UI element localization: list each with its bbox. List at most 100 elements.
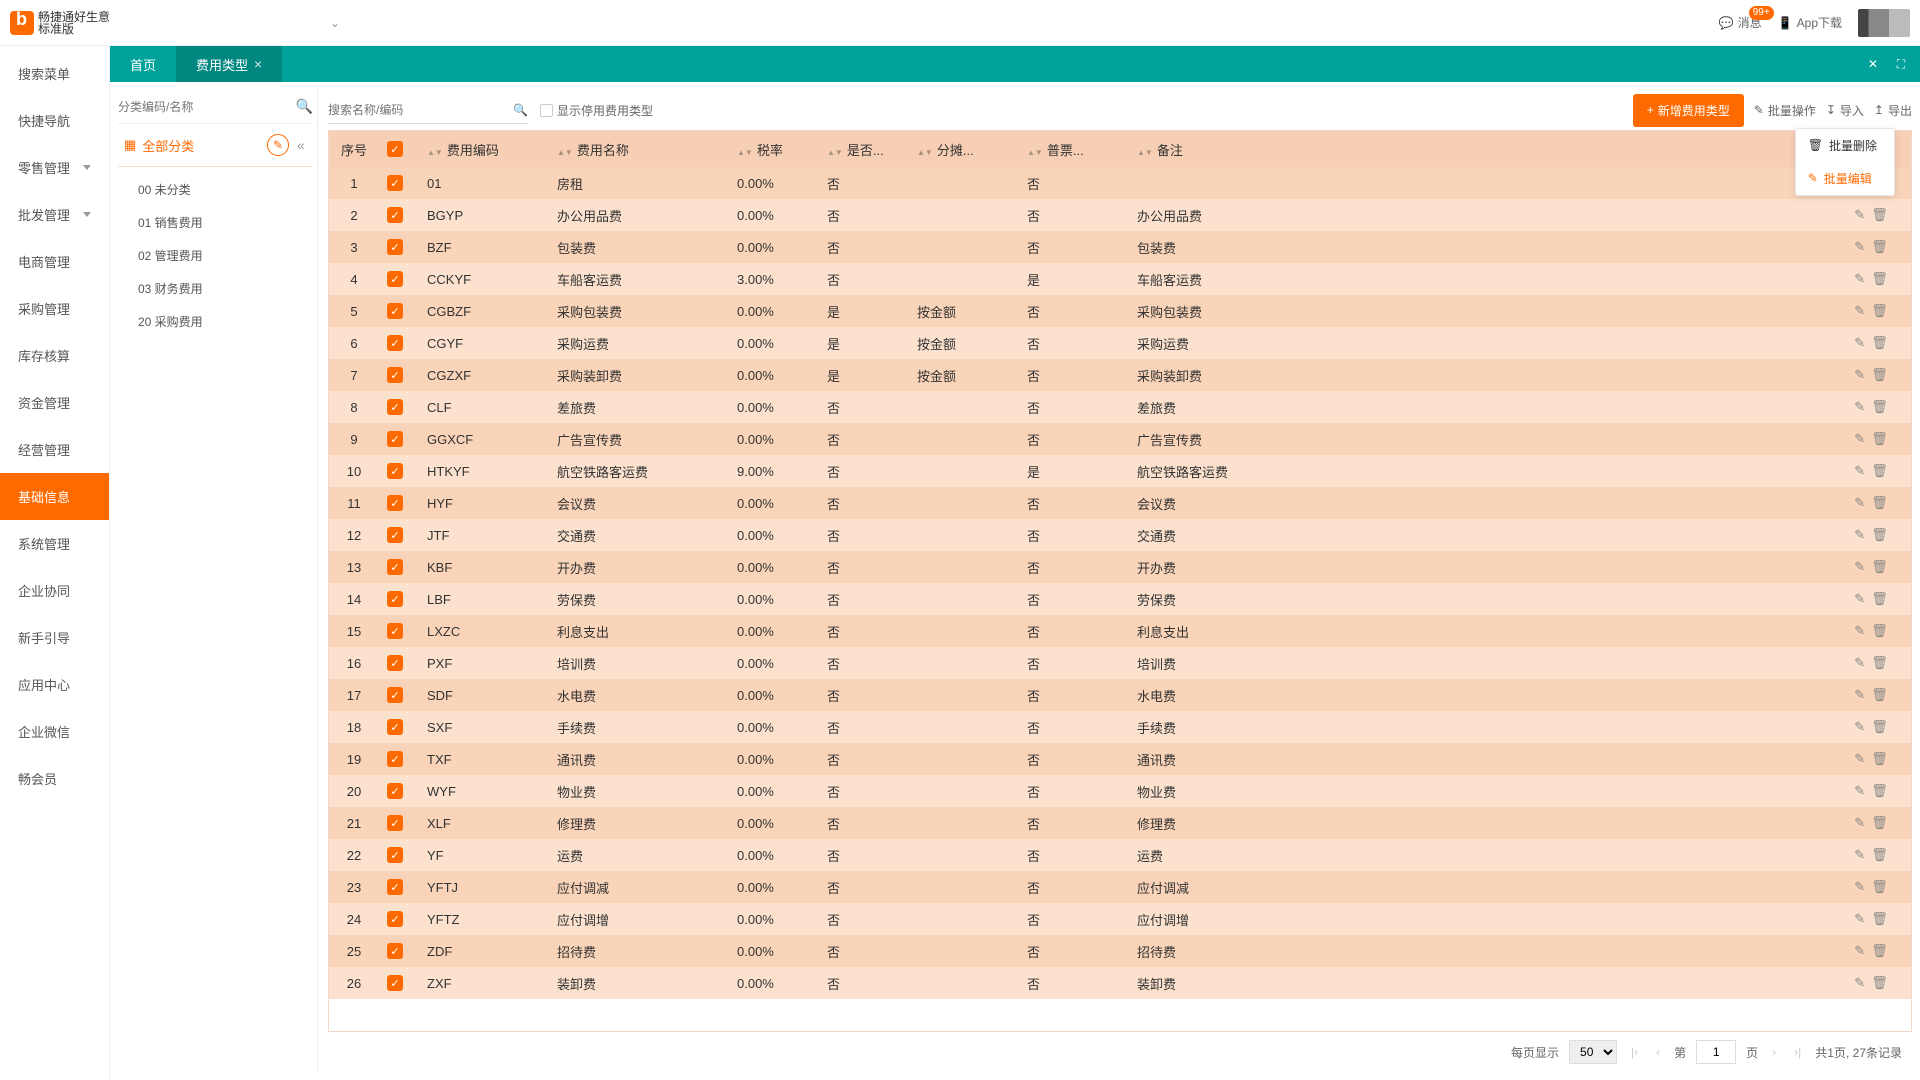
table-row[interactable]: 10✓HTKYF航空铁路客运费9.00%否是航空铁路客运费✎🗑 xyxy=(329,455,1911,487)
edit-row-button[interactable]: ✎ xyxy=(1854,943,1865,958)
delete-row-button[interactable]: 🗑 xyxy=(1871,495,1888,510)
edit-row-button[interactable]: ✎ xyxy=(1854,431,1865,446)
table-row[interactable]: 21✓XLF修理费0.00%否否修理费✎🗑 xyxy=(329,807,1911,839)
table-row[interactable]: 20✓WYF物业费0.00%否否物业费✎🗑 xyxy=(329,775,1911,807)
table-row[interactable]: 8✓CLF差旅费0.00%否否差旅费✎🗑 xyxy=(329,391,1911,423)
nav-item[interactable]: 经营管理 xyxy=(0,426,109,473)
nav-item[interactable]: 电商管理 xyxy=(0,238,109,285)
nav-item[interactable]: 快捷导航 xyxy=(0,97,109,144)
cell-check[interactable]: ✓ xyxy=(379,423,419,455)
close-all-button[interactable]: ✕ xyxy=(1860,51,1886,77)
nav-item[interactable]: 库存核算 xyxy=(0,332,109,379)
table-row[interactable]: 14✓LBF劳保费0.00%否否劳保费✎🗑 xyxy=(329,583,1911,615)
category-item[interactable]: 00 未分类 xyxy=(118,173,313,206)
delete-row-button[interactable]: 🗑 xyxy=(1871,559,1888,574)
delete-row-button[interactable]: 🗑 xyxy=(1871,943,1888,958)
nav-item[interactable]: 批发管理 xyxy=(0,191,109,238)
table-row[interactable]: 22✓YF运费0.00%否否运费✎🗑 xyxy=(329,839,1911,871)
cell-check[interactable]: ✓ xyxy=(379,903,419,935)
bulk-edit-item[interactable]: ✎批量编辑 xyxy=(1796,162,1894,195)
delete-row-button[interactable]: 🗑 xyxy=(1871,783,1888,798)
nav-item[interactable]: 企业微信 xyxy=(0,708,109,755)
delete-row-button[interactable]: 🗑 xyxy=(1871,687,1888,702)
delete-row-button[interactable]: 🗑 xyxy=(1871,335,1888,350)
fullscreen-button[interactable]: ⛶ xyxy=(1888,51,1914,77)
page-input[interactable] xyxy=(1696,1040,1736,1064)
col-remark[interactable]: ▲▼备注 xyxy=(1129,131,1831,167)
col-name[interactable]: ▲▼费用名称 xyxy=(549,131,729,167)
edit-row-button[interactable]: ✎ xyxy=(1854,559,1865,574)
edit-category-button[interactable]: ✎ xyxy=(267,134,289,156)
cell-check[interactable]: ✓ xyxy=(379,679,419,711)
delete-row-button[interactable]: 🗑 xyxy=(1871,431,1888,446)
tab-fee-type[interactable]: 费用类型 × xyxy=(176,46,282,82)
bulk-button[interactable]: ✎批量操作 xyxy=(1754,102,1816,119)
add-button[interactable]: +新增费用类型 xyxy=(1633,94,1744,127)
cell-check[interactable]: ✓ xyxy=(379,199,419,231)
table-row[interactable]: 11✓HYF会议费0.00%否否会议费✎🗑 xyxy=(329,487,1911,519)
nav-item[interactable]: 零售管理 xyxy=(0,144,109,191)
delete-row-button[interactable]: 🗑 xyxy=(1871,271,1888,286)
table-row[interactable]: 12✓JTF交通费0.00%否否交通费✎🗑 xyxy=(329,519,1911,551)
cell-check[interactable]: ✓ xyxy=(379,455,419,487)
table-row[interactable]: 4✓CCKYF车船客运费3.00%否是车船客运费✎🗑 xyxy=(329,263,1911,295)
delete-row-button[interactable]: 🗑 xyxy=(1871,367,1888,382)
cell-check[interactable]: ✓ xyxy=(379,327,419,359)
edit-row-button[interactable]: ✎ xyxy=(1854,815,1865,830)
delete-row-button[interactable]: 🗑 xyxy=(1871,879,1888,894)
page-size-select[interactable]: 50 xyxy=(1569,1040,1617,1064)
nav-item[interactable]: 基础信息 xyxy=(0,473,109,520)
delete-row-button[interactable]: 🗑 xyxy=(1871,655,1888,670)
table-row[interactable]: 19✓TXF通讯费0.00%否否通讯费✎🗑 xyxy=(329,743,1911,775)
edit-row-button[interactable]: ✎ xyxy=(1854,367,1865,382)
collapse-panel-button[interactable]: « xyxy=(297,137,313,153)
edit-row-button[interactable]: ✎ xyxy=(1854,687,1865,702)
company-selector[interactable]: ⌄ xyxy=(120,0,340,45)
cell-check[interactable]: ✓ xyxy=(379,551,419,583)
edit-row-button[interactable]: ✎ xyxy=(1854,527,1865,542)
edit-row-button[interactable]: ✎ xyxy=(1854,495,1865,510)
col-check[interactable]: ✓ xyxy=(379,131,419,167)
edit-row-button[interactable]: ✎ xyxy=(1854,879,1865,894)
edit-row-button[interactable]: ✎ xyxy=(1854,207,1865,222)
nav-item[interactable]: 采购管理 xyxy=(0,285,109,332)
table-row[interactable]: 15✓LXZC利息支出0.00%否否利息支出✎🗑 xyxy=(329,615,1911,647)
nav-item[interactable]: 企业协同 xyxy=(0,567,109,614)
table-row[interactable]: 3✓BZF包装费0.00%否否包装费✎🗑 xyxy=(329,231,1911,263)
avatar[interactable] xyxy=(1858,9,1910,37)
col-rate[interactable]: ▲▼税率 xyxy=(729,131,819,167)
cell-check[interactable]: ✓ xyxy=(379,807,419,839)
cell-check[interactable]: ✓ xyxy=(379,935,419,967)
col-ticket[interactable]: ▲▼普票... xyxy=(1019,131,1129,167)
table-row[interactable]: 23✓YFTJ应付调减0.00%否否应付调减✎🗑 xyxy=(329,871,1911,903)
edit-row-button[interactable]: ✎ xyxy=(1854,975,1865,990)
edit-row-button[interactable]: ✎ xyxy=(1854,335,1865,350)
delete-row-button[interactable]: 🗑 xyxy=(1871,303,1888,318)
edit-row-button[interactable]: ✎ xyxy=(1854,847,1865,862)
category-item[interactable]: 01 销售费用 xyxy=(118,206,313,239)
prev-page-button[interactable]: ‹ xyxy=(1652,1045,1664,1059)
nav-item[interactable]: 搜索菜单 xyxy=(0,50,109,97)
category-item[interactable]: 03 财务费用 xyxy=(118,272,313,305)
delete-row-button[interactable]: 🗑 xyxy=(1871,399,1888,414)
table-row[interactable]: 9✓GGXCF广告宣传费0.00%否否广告宣传费✎🗑 xyxy=(329,423,1911,455)
last-page-button[interactable]: ›| xyxy=(1790,1045,1805,1059)
category-item[interactable]: 02 管理费用 xyxy=(118,239,313,272)
export-button[interactable]: ↥导出 xyxy=(1874,102,1912,119)
category-search-input[interactable] xyxy=(118,94,296,120)
cell-check[interactable]: ✓ xyxy=(379,615,419,647)
delete-row-button[interactable]: 🗑 xyxy=(1871,623,1888,638)
edit-row-button[interactable]: ✎ xyxy=(1854,271,1865,286)
cell-check[interactable]: ✓ xyxy=(379,487,419,519)
delete-row-button[interactable]: 🗑 xyxy=(1871,719,1888,734)
cell-check[interactable]: ✓ xyxy=(379,839,419,871)
cell-check[interactable]: ✓ xyxy=(379,167,419,199)
cell-check[interactable]: ✓ xyxy=(379,871,419,903)
tab-home[interactable]: 首页 xyxy=(110,46,176,82)
table-row[interactable]: 16✓PXF培训费0.00%否否培训费✎🗑 xyxy=(329,647,1911,679)
show-disabled-toggle[interactable]: 显示停用费用类型 xyxy=(540,102,653,119)
delete-row-button[interactable]: 🗑 xyxy=(1871,463,1888,478)
table-row[interactable]: 13✓KBF开办费0.00%否否开办费✎🗑 xyxy=(329,551,1911,583)
table-row[interactable]: 2✓BGYP办公用品费0.00%否否办公用品费✎🗑 xyxy=(329,199,1911,231)
delete-row-button[interactable]: 🗑 xyxy=(1871,751,1888,766)
